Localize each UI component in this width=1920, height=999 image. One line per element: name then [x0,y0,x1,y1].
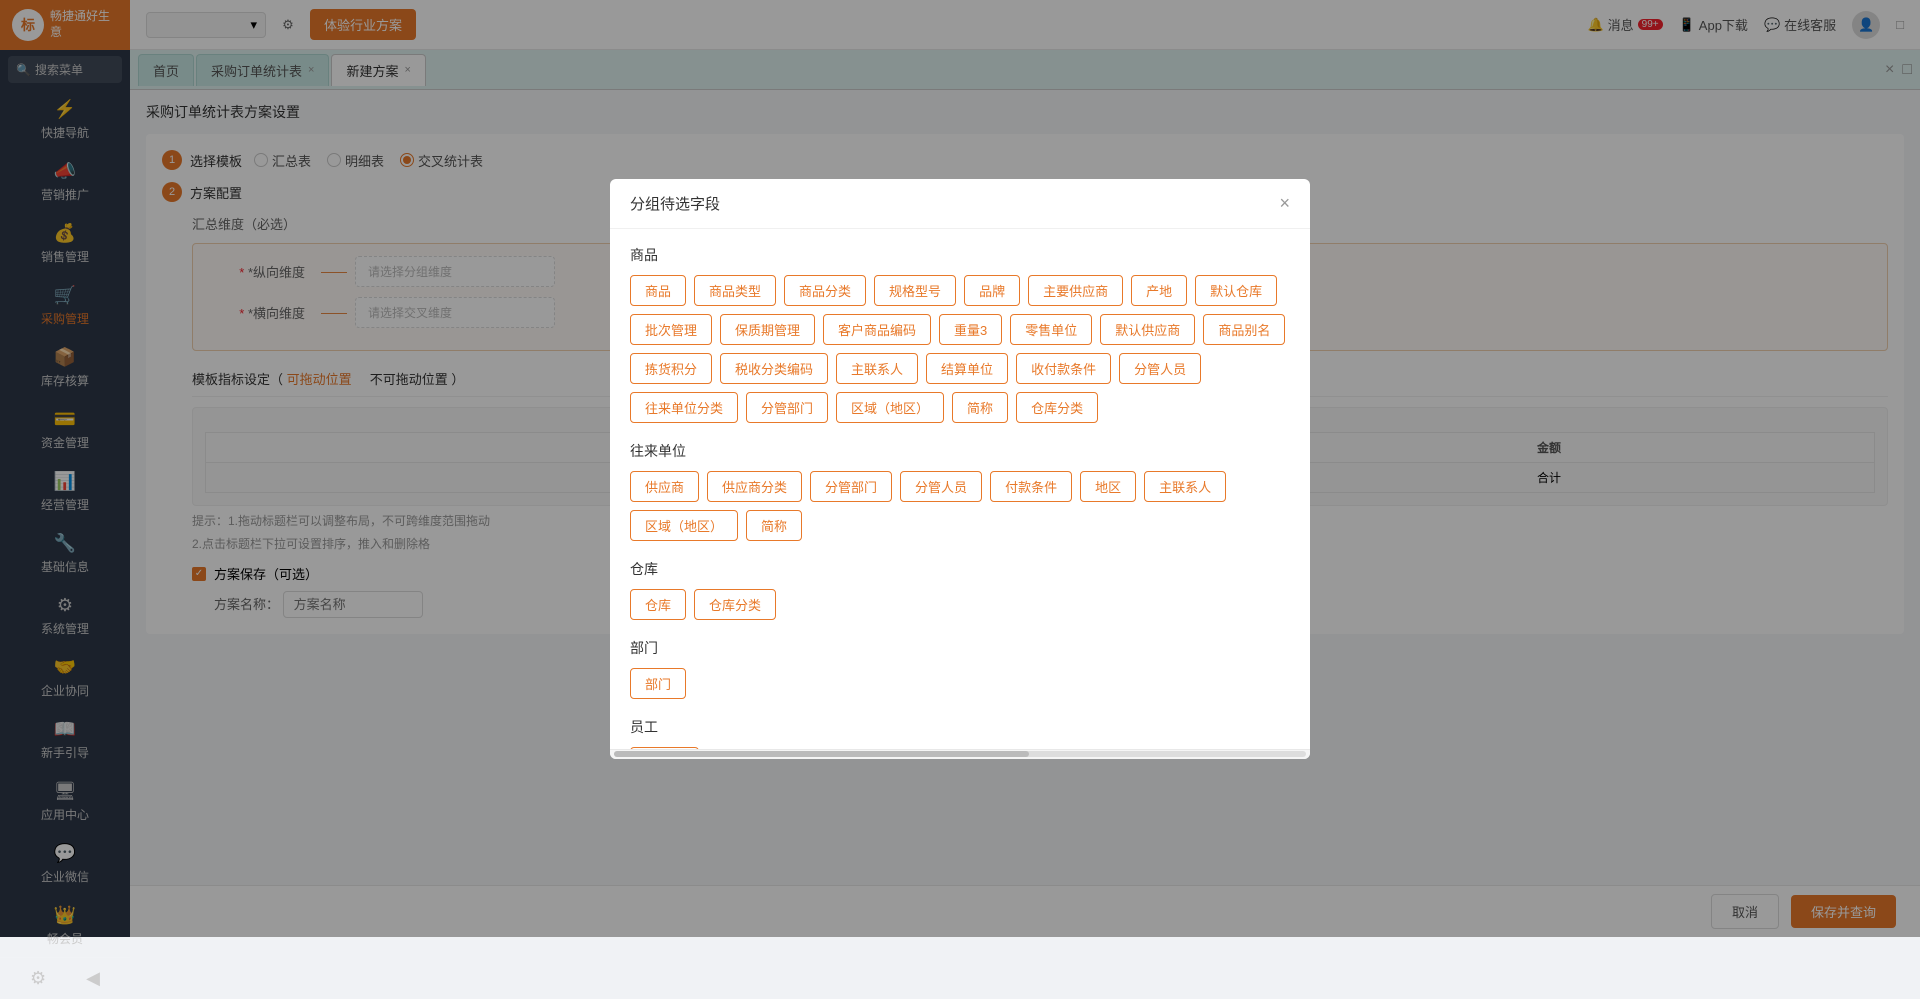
field-tag-0-10[interactable]: 客户商品编码 [823,314,931,345]
field-tag-1-4[interactable]: 付款条件 [990,471,1072,502]
field-tag-0-17[interactable]: 主联系人 [836,353,918,384]
field-group-title-0: 商品 [630,245,1290,265]
field-tag-0-19[interactable]: 收付款条件 [1016,353,1111,384]
field-tag-0-22[interactable]: 分管部门 [746,392,828,423]
field-tags-1: 供应商供应商分类分管部门分管人员付款条件地区主联系人区域（地区） 简称 [630,471,1290,541]
field-tag-0-12[interactable]: 零售单位 [1010,314,1092,345]
field-tag-0-14[interactable]: 商品别名 [1203,314,1285,345]
field-tag-0-11[interactable]: 重量3 [939,314,1002,345]
sidebar-bottom: ⚙ ◀ [0,957,130,999]
field-tag-0-5[interactable]: 主要供应商 [1028,275,1123,306]
field-group-3: 部门部门 [630,638,1290,699]
field-tag-0-2[interactable]: 商品分类 [784,275,866,306]
field-tags-3: 部门 [630,668,1290,699]
field-tag-0-7[interactable]: 默认仓库 [1195,275,1277,306]
field-tag-0-6[interactable]: 产地 [1131,275,1187,306]
field-tag-0-0[interactable]: 商品 [630,275,686,306]
field-tag-2-1[interactable]: 仓库分类 [694,589,776,620]
field-tag-1-3[interactable]: 分管人员 [900,471,982,502]
field-tag-0-4[interactable]: 品牌 [964,275,1020,306]
field-group-title-2: 仓库 [630,559,1290,579]
field-tag-2-0[interactable]: 仓库 [630,589,686,620]
field-tag-0-24[interactable]: 简称 [952,392,1008,423]
field-group-2: 仓库仓库仓库分类 [630,559,1290,620]
modal-overlay: 分组待选字段 × 商品商品商品类型商品分类规格型号品牌主要供应商产地默认仓库批次… [0,0,1920,937]
field-tag-0-13[interactable]: 默认供应商 [1100,314,1195,345]
field-tag-0-23[interactable]: 区域（地区） [836,392,944,423]
field-tag-0-15[interactable]: 拣货积分 [630,353,712,384]
field-tag-0-20[interactable]: 分管人员 [1119,353,1201,384]
field-tag-1-0[interactable]: 供应商 [630,471,699,502]
field-tags-2: 仓库仓库分类 [630,589,1290,620]
field-group-1: 往来单位供应商供应商分类分管部门分管人员付款条件地区主联系人区域（地区） 简称 [630,441,1290,541]
modal-body[interactable]: 商品商品商品类型商品分类规格型号品牌主要供应商产地默认仓库批次管理保质期管理客户… [610,229,1310,749]
field-tag-0-16[interactable]: 税收分类编码 [720,353,828,384]
modal-header: 分组待选字段 × [610,179,1310,229]
collapse-icon[interactable]: ◀ [86,968,100,989]
field-tag-1-5[interactable]: 地区 [1080,471,1136,502]
field-tag-0-9[interactable]: 保质期管理 [720,314,815,345]
field-tag-0-18[interactable]: 结算单位 [926,353,1008,384]
field-tag-3-0[interactable]: 部门 [630,668,686,699]
field-group-title-3: 部门 [630,638,1290,658]
field-group-0: 商品商品商品类型商品分类规格型号品牌主要供应商产地默认仓库批次管理保质期管理客户… [630,245,1290,423]
field-tags-0: 商品商品类型商品分类规格型号品牌主要供应商产地默认仓库批次管理保质期管理客户商品… [630,275,1290,423]
field-tag-1-6[interactable]: 主联系人 [1144,471,1226,502]
hscroll-thumb [614,751,1029,757]
field-group-title-4: 员工 [630,717,1290,737]
modal-hscroll[interactable] [610,749,1310,759]
modal-close-button[interactable]: × [1279,193,1290,214]
field-tag-1-2[interactable]: 分管部门 [810,471,892,502]
field-select-modal: 分组待选字段 × 商品商品商品类型商品分类规格型号品牌主要供应商产地默认仓库批次… [610,179,1310,759]
field-group-title-1: 往来单位 [630,441,1290,461]
field-tag-0-1[interactable]: 商品类型 [694,275,776,306]
field-group-4: 员工业务员 [630,717,1290,749]
field-tag-0-8[interactable]: 批次管理 [630,314,712,345]
field-tag-1-1[interactable]: 供应商分类 [707,471,802,502]
field-tag-1-8[interactable]: 简称 [746,510,802,541]
field-tag-0-21[interactable]: 往来单位分类 [630,392,738,423]
hscroll-track [614,751,1306,757]
field-tag-0-3[interactable]: 规格型号 [874,275,956,306]
modal-title: 分组待选字段 [630,193,720,214]
field-tag-1-7[interactable]: 区域（地区） [630,510,738,541]
settings-bottom-icon[interactable]: ⚙ [30,968,46,989]
field-tag-0-25[interactable]: 仓库分类 [1016,392,1098,423]
